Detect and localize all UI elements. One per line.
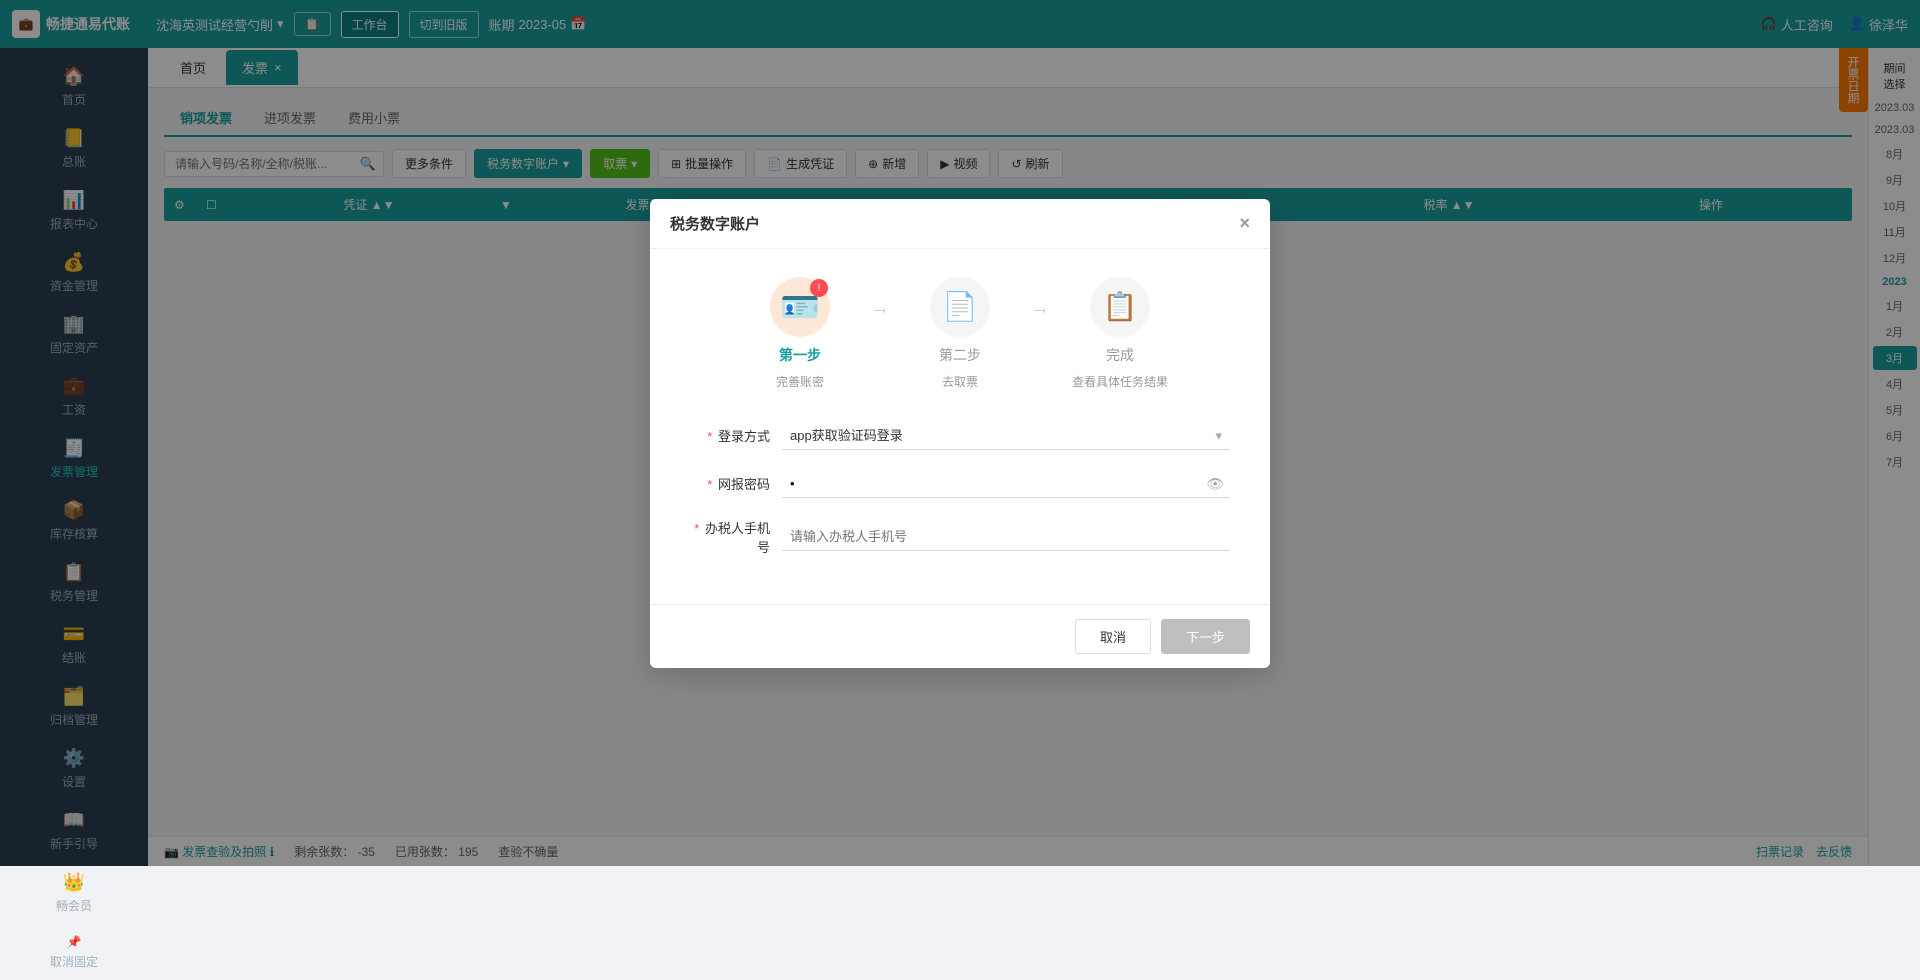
step-1-title: 第一步 xyxy=(779,345,821,365)
password-label: * 网报密码 xyxy=(690,474,770,493)
arrow-1: → xyxy=(870,297,890,320)
step-3-title: 完成 xyxy=(1106,345,1134,365)
sidebar-cancel-fixed[interactable]: 📌 取消固定 xyxy=(0,924,148,980)
password-row: * 网报密码 👁 xyxy=(690,470,1230,498)
login-method-select-wrap: app获取验证码登录 密码登录 ▾ xyxy=(782,422,1230,450)
next-button[interactable]: 下一步 xyxy=(1161,619,1250,654)
required-mark-3: * xyxy=(694,521,699,536)
required-mark-2: * xyxy=(707,477,712,492)
modal-close-button[interactable]: × xyxy=(1239,214,1250,232)
step-2: 📄 第二步 去取票 xyxy=(890,277,1030,390)
step-3-icon: 📋 xyxy=(1090,277,1150,337)
password-input[interactable] xyxy=(782,470,1230,498)
arrow-2: → xyxy=(1030,297,1050,320)
tax-account-modal: 税务数字账户 × 🪪 ! 第一步 完善账密 → xyxy=(650,199,1270,668)
sidebar-label-vip: 畅会员 xyxy=(56,897,92,914)
pin-icon: 📌 xyxy=(67,935,82,949)
document-icon: 📄 xyxy=(943,290,978,323)
step-2-icon: 📄 xyxy=(930,277,990,337)
modal-title: 税务数字账户 xyxy=(670,213,760,234)
step-1-icon: 🪪 ! xyxy=(770,277,830,337)
step-1: 🪪 ! 第一步 完善账密 xyxy=(730,277,870,390)
login-method-select[interactable]: app获取验证码登录 密码登录 xyxy=(782,422,1230,450)
sidebar-item-vip[interactable]: 👑 畅会员 xyxy=(0,862,148,924)
steps: 🪪 ! 第一步 完善账密 → 📄 第二步 去取票 → xyxy=(690,277,1230,390)
password-toggle-icon[interactable]: 👁 xyxy=(1206,475,1224,492)
vip-icon: 👑 xyxy=(63,872,85,893)
step-2-title: 第二步 xyxy=(939,345,981,365)
step-3-desc: 查看具体任务结果 xyxy=(1072,373,1168,390)
phone-row: * 办税人手机号 xyxy=(690,518,1230,556)
step-1-badge: ! xyxy=(810,279,828,297)
phone-label: * 办税人手机号 xyxy=(690,518,770,556)
modal-header: 税务数字账户 × xyxy=(650,199,1270,249)
login-method-label: * 登录方式 xyxy=(690,426,770,445)
login-method-row: * 登录方式 app获取验证码登录 密码登录 ▾ xyxy=(690,422,1230,450)
modal-overlay: 税务数字账户 × 🪪 ! 第一步 完善账密 → xyxy=(0,0,1920,866)
checklist-icon: 📋 xyxy=(1103,290,1138,323)
phone-input[interactable] xyxy=(782,523,1230,551)
modal-body: 🪪 ! 第一步 完善账密 → 📄 第二步 去取票 → xyxy=(650,249,1270,604)
cancel-button[interactable]: 取消 xyxy=(1075,619,1151,654)
step-1-desc: 完善账密 xyxy=(776,373,824,390)
step-3: 📋 完成 查看具体任务结果 xyxy=(1050,277,1190,390)
cancel-fixed-label: 取消固定 xyxy=(50,953,98,970)
password-wrap: 👁 xyxy=(782,470,1230,498)
modal-footer: 取消 下一步 xyxy=(650,604,1270,668)
required-mark: * xyxy=(707,429,712,444)
step-2-desc: 去取票 xyxy=(942,373,978,390)
